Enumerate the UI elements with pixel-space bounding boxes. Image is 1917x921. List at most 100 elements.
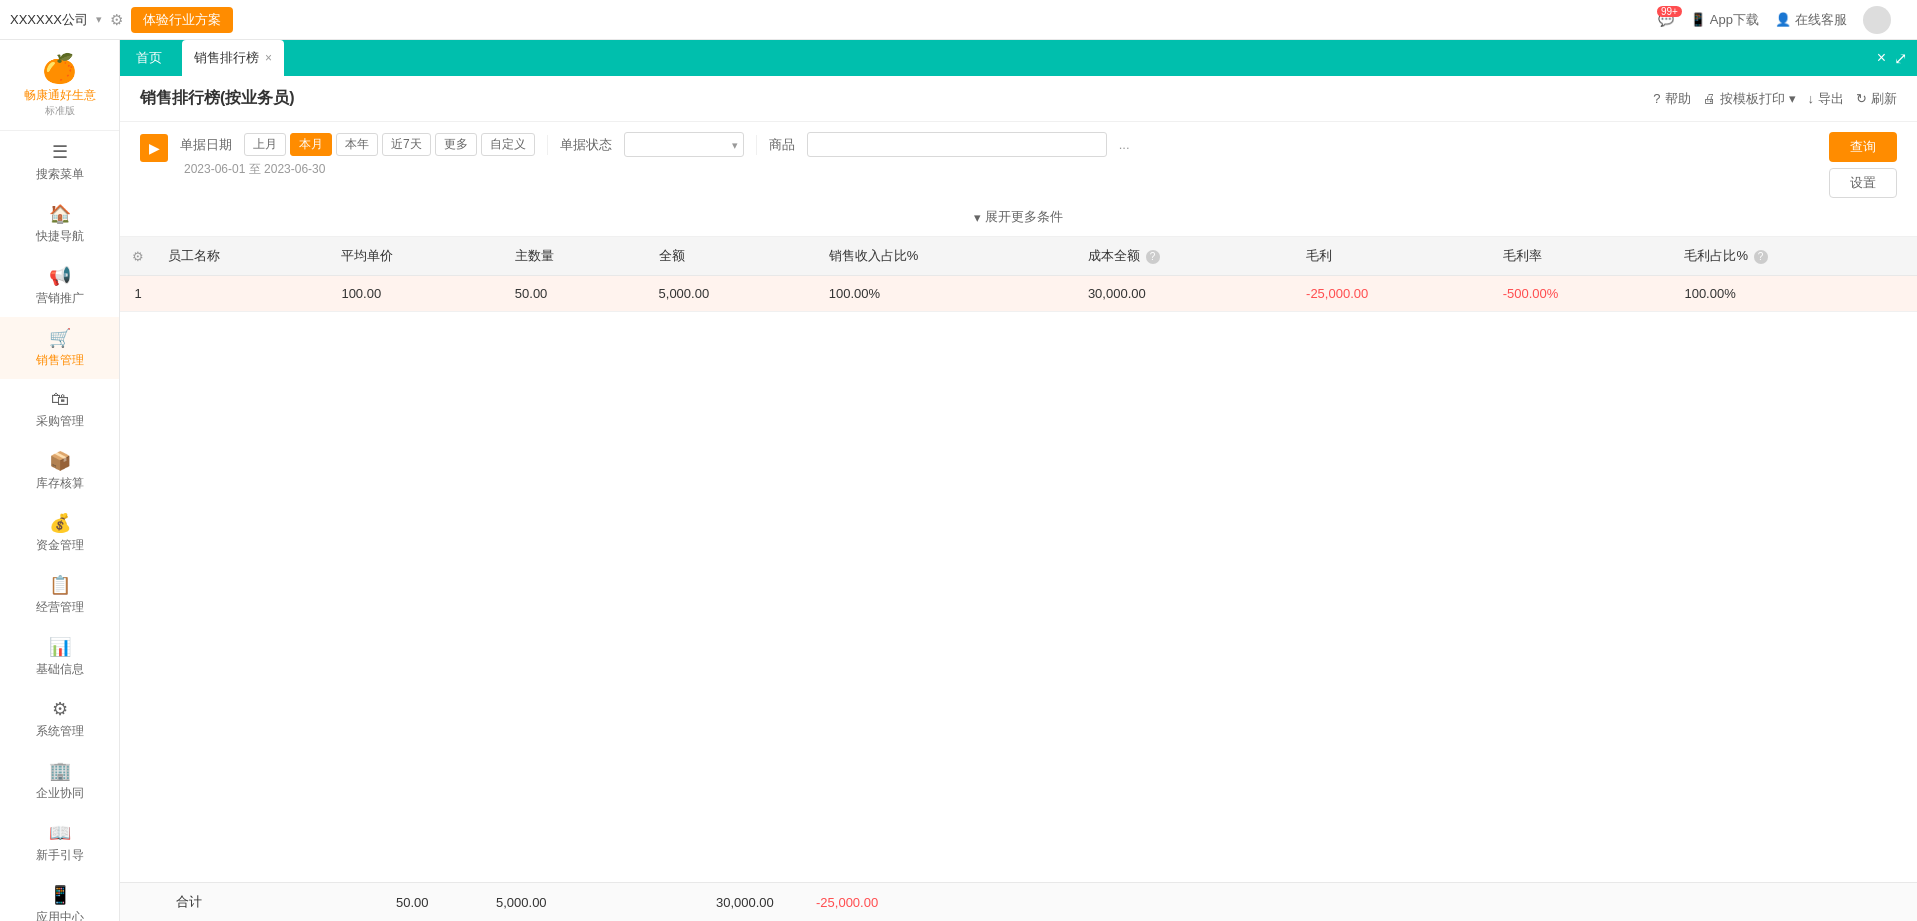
- td-cost: 30,000.00: [1076, 276, 1294, 312]
- notification-bell[interactable]: 💬 99+: [1658, 12, 1674, 27]
- header-actions: ? 帮助 🖨 按模板打印 ▾ ↓ 导出 ↻ 刷新: [1653, 90, 1897, 108]
- sidebar-item-finance[interactable]: 💰 资金管理: [0, 502, 119, 564]
- data-table: ⚙ 员工名称 平均单价 主数量 全额 销售收入占比% 成本全额 ? 毛利 毛利率…: [120, 237, 1917, 312]
- avatar[interactable]: [1863, 6, 1891, 34]
- sidebar-item-basic-label: 基础信息: [36, 661, 84, 678]
- trial-button[interactable]: 体验行业方案: [131, 7, 233, 33]
- setting-button[interactable]: 设置: [1829, 168, 1897, 198]
- company-dropdown-icon[interactable]: ▾: [96, 13, 102, 26]
- notification-badge: 99+: [1657, 6, 1682, 17]
- table-settings-icon[interactable]: ⚙: [120, 237, 156, 276]
- basic-icon: 📊: [49, 636, 71, 658]
- page-header: 销售排行榜(按业务员) ? 帮助 🖨 按模板打印 ▾ ↓ 导出: [120, 76, 1917, 122]
- home-icon: 🏠: [49, 203, 71, 225]
- status-select[interactable]: [624, 132, 744, 157]
- filter-area: ▶ 单据日期 上月 本月 本年 近7天 更多 自定义: [120, 122, 1917, 237]
- sidebar-item-nav[interactable]: 🏠 快捷导航: [0, 193, 119, 255]
- top-bar-left: XXXXXX公司 ▾ ⚙ 体验行业方案: [10, 7, 1658, 33]
- divider2: [756, 135, 757, 155]
- sidebar-item-search-label: 搜索菜单: [36, 166, 84, 183]
- sidebar-item-basic[interactable]: 📊 基础信息: [0, 626, 119, 688]
- date-tab-more[interactable]: 更多: [435, 133, 477, 156]
- sidebar-item-enterprise-label: 企业协同: [36, 785, 84, 802]
- sidebar-item-guide[interactable]: 📖 新手引导: [0, 812, 119, 874]
- sidebar-item-finance-label: 资金管理: [36, 537, 84, 554]
- sidebar-item-enterprise[interactable]: 🏢 企业协同: [0, 750, 119, 812]
- sidebar-item-inventory-label: 库存核算: [36, 475, 84, 492]
- company-settings-icon[interactable]: ⚙: [110, 11, 123, 29]
- app-download-link[interactable]: 📱 App下载: [1690, 11, 1759, 29]
- help-button[interactable]: ? 帮助: [1653, 90, 1690, 108]
- sidebar-item-sales-label: 销售管理: [36, 352, 84, 369]
- sidebar-item-management[interactable]: 📋 经营管理: [0, 564, 119, 626]
- td-rank: 1: [120, 276, 156, 312]
- export-button[interactable]: ↓ 导出: [1808, 90, 1845, 108]
- filter-expand-toggle[interactable]: ▶: [140, 134, 168, 162]
- main-layout: 🍊 畅康通好生意 标准版 ☰ 搜索菜单 🏠 快捷导航 📢 营销推广 🛒 销售管理…: [0, 40, 1917, 921]
- th-avg-price: 平均单价: [329, 237, 502, 276]
- company-name: XXXXXX公司: [10, 11, 88, 29]
- chevron-down-icon: ▾: [974, 210, 981, 225]
- goods-input[interactable]: [807, 132, 1107, 157]
- print-button[interactable]: 🖨 按模板打印 ▾: [1703, 90, 1796, 108]
- date-tab-prev-month[interactable]: 上月: [244, 133, 286, 156]
- refresh-button[interactable]: ↻ 刷新: [1856, 90, 1897, 108]
- sidebar-item-purchase[interactable]: 🛍 采购管理: [0, 379, 119, 440]
- th-sales-pct: 销售收入占比%: [817, 237, 1076, 276]
- td-sales-pct: 100.00%: [817, 276, 1076, 312]
- date-range-display: 2023-06-01 至 2023-06-30: [180, 161, 1817, 178]
- tab-bar: 首页 销售排行榜 × × ⤢: [120, 40, 1917, 76]
- date-tab-7days[interactable]: 近7天: [382, 133, 431, 156]
- filter-fields: 单据日期 上月 本月 本年 近7天 更多 自定义 单据状态: [180, 132, 1817, 178]
- table-row: 1 100.00 50.00 5,000.00 100.00% 30,000.0…: [120, 276, 1917, 312]
- td-avg-price: 100.00: [329, 276, 502, 312]
- sidebar-item-sales[interactable]: 🛒 销售管理: [0, 317, 119, 379]
- window-expand-icon[interactable]: ⤢: [1894, 49, 1907, 68]
- th-total: 全额: [647, 237, 817, 276]
- page-content: 销售排行榜(按业务员) ? 帮助 🖨 按模板打印 ▾ ↓ 导出: [120, 76, 1917, 921]
- window-close-icon[interactable]: ×: [1877, 49, 1886, 67]
- th-main-qty: 主数量: [503, 237, 647, 276]
- sidebar-item-management-label: 经营管理: [36, 599, 84, 616]
- sidebar-item-apps[interactable]: 📱 应用中心: [0, 874, 119, 921]
- td-main-qty: 50.00: [503, 276, 647, 312]
- action-buttons: 查询 设置: [1829, 132, 1897, 198]
- cost-info-icon[interactable]: ?: [1146, 250, 1160, 264]
- sidebar-item-search[interactable]: ☰ 搜索菜单: [0, 131, 119, 193]
- date-tab-current-year[interactable]: 本年: [336, 133, 378, 156]
- print-icon: 🖨: [1703, 91, 1716, 106]
- date-tab-custom[interactable]: 自定义: [481, 133, 535, 156]
- help-icon: ?: [1653, 91, 1660, 106]
- goods-more-btn[interactable]: ...: [1119, 137, 1130, 152]
- sidebar-item-marketing[interactable]: 📢 营销推广: [0, 255, 119, 317]
- purchase-icon: 🛍: [51, 389, 69, 410]
- footer-cost: 30,000.00: [704, 895, 804, 910]
- expand-more-button[interactable]: ▾ 展开更多条件: [974, 208, 1063, 226]
- tab-home[interactable]: 首页: [120, 40, 178, 76]
- query-button[interactable]: 查询: [1829, 132, 1897, 162]
- online-support-link[interactable]: 👤 在线客服: [1775, 11, 1847, 29]
- date-tab-current-month[interactable]: 本月: [290, 133, 332, 156]
- chevron-icon: ▶: [149, 140, 160, 156]
- footer-main-qty: 50.00: [384, 895, 484, 910]
- content-area: 首页 销售排行榜 × × ⤢ 销售排行榜(按业务员) ? 帮助: [120, 40, 1917, 921]
- tab-sales-rank[interactable]: 销售排行榜 ×: [182, 40, 284, 76]
- page-title: 销售排行榜(按业务员): [140, 88, 295, 109]
- sidebar-item-guide-label: 新手引导: [36, 847, 84, 864]
- footer-total: 5,000.00: [484, 895, 584, 910]
- inventory-icon: 📦: [49, 450, 71, 472]
- guide-icon: 📖: [49, 822, 71, 844]
- table-footer: 合计 50.00 5,000.00 30,000.00 -25,000.00: [120, 882, 1917, 921]
- logo-icon: 🍊: [42, 52, 77, 85]
- refresh-icon: ↻: [1856, 91, 1867, 106]
- profit-pct-info-icon[interactable]: ?: [1754, 250, 1768, 264]
- sidebar-item-marketing-label: 营销推广: [36, 290, 84, 307]
- print-dropdown-icon[interactable]: ▾: [1789, 91, 1796, 106]
- management-icon: 📋: [49, 574, 71, 596]
- th-profit: 毛利: [1294, 237, 1491, 276]
- top-bar-right: 💬 99+ 📱 App下载 👤 在线客服: [1658, 6, 1907, 34]
- tab-close-icon[interactable]: ×: [265, 51, 272, 65]
- top-bar: XXXXXX公司 ▾ ⚙ 体验行业方案 💬 99+ 📱 App下载 👤 在线客服: [0, 0, 1917, 40]
- sidebar-item-system[interactable]: ⚙ 系统管理: [0, 688, 119, 750]
- sidebar-item-inventory[interactable]: 📦 库存核算: [0, 440, 119, 502]
